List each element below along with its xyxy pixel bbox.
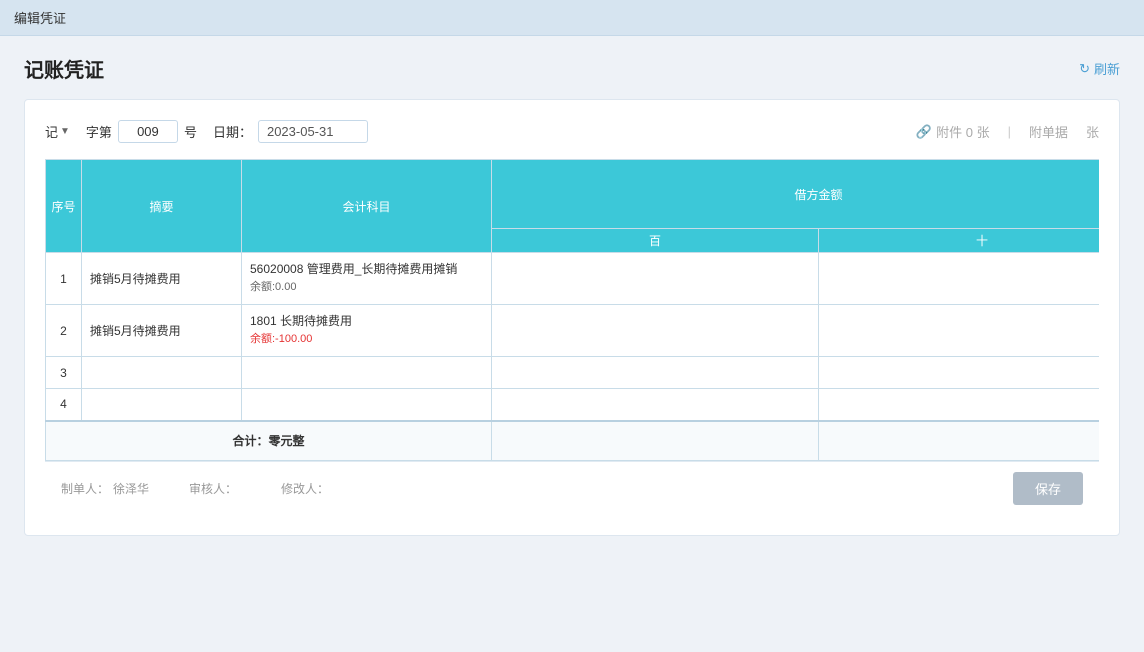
refresh-icon: ↻ (1079, 61, 1090, 77)
total-debit-1 (819, 421, 1100, 461)
prefix-dropdown[interactable]: 记 ▼ (45, 122, 70, 141)
refresh-button[interactable]: ↻ 刷新 (1079, 59, 1120, 78)
summary-1[interactable]: 摊销5月待摊费用 (82, 253, 242, 305)
attachment-icon: 🔗 (916, 124, 932, 140)
th-summary: 摘要 (82, 160, 242, 253)
date-input[interactable] (258, 120, 368, 143)
table-row: 4 (46, 389, 1100, 421)
table-wrapper: 序号 摘要 会计科目 借方金额 贷方金额 百 十 亿 千 百 (45, 159, 1099, 461)
number-group: 字第 号 (86, 120, 197, 143)
main-content: 记账凭证 ↻ 刷新 记 ▼ 字第 号 (0, 36, 1144, 652)
table-row: 2 摊销5月待摊费用 1801 长期待摊费用 余额:-100.00 (46, 305, 1100, 357)
account-1[interactable]: 56020008 管理费用_长期待摊费用摊销 余额:0.00 (242, 253, 492, 305)
account-3[interactable] (242, 357, 492, 389)
debit-1-0[interactable] (492, 253, 819, 305)
summary-3[interactable] (82, 357, 242, 389)
debit-1-1[interactable] (819, 253, 1100, 305)
debit-4-1[interactable] (819, 389, 1100, 421)
balance-2: 余额:-100.00 (250, 331, 491, 349)
date-label: 日期： (213, 122, 252, 141)
modifier-field: 修改人： (281, 480, 333, 497)
seq-1: 1 (46, 253, 82, 305)
account-code-2: 1801 长期待摊费用 (250, 312, 491, 331)
debit-3-0[interactable] (492, 357, 819, 389)
single-label: 附单据 (1029, 122, 1068, 141)
chevron-down-icon: ▼ (60, 126, 70, 137)
seq-2: 2 (46, 305, 82, 357)
attachment-label: 附件 0 张 (936, 122, 989, 141)
debit-2-0[interactable] (492, 305, 819, 357)
total-debit-0 (492, 421, 819, 461)
footer-row: 合计：零元整 (46, 421, 1100, 461)
balance-1: 余额:0.00 (250, 279, 491, 297)
th-account: 会计科目 (242, 160, 492, 253)
debit-3-1[interactable] (819, 357, 1100, 389)
creator-value: 徐泽华 (113, 480, 149, 497)
window-title: 编辑凭证 (14, 8, 66, 27)
page-title: 记账凭证 (24, 54, 104, 83)
summary-2[interactable]: 摊销5月待摊费用 (82, 305, 242, 357)
table-row: 1 摊销5月待摊费用 56020008 管理费用_长期待摊费用摊销 余额:0.0… (46, 253, 1100, 305)
total-label: 合计：零元整 (46, 421, 492, 461)
form-row: 记 ▼ 字第 号 日期： 🔗 附件 0 张 (45, 120, 1099, 143)
debit-char-1: 十 (819, 229, 1100, 253)
account-code-1: 56020008 管理费用_长期待摊费用摊销 (250, 260, 491, 279)
attachment-action[interactable]: 🔗 附件 0 张 (916, 122, 990, 141)
voucher-table: 序号 摘要 会计科目 借方金额 贷方金额 百 十 亿 千 百 (45, 159, 1099, 461)
summary-4[interactable] (82, 389, 242, 421)
reviewer-field: 审核人： (189, 480, 241, 497)
modifier-label: 修改人： (281, 480, 329, 497)
th-debit: 借方金额 (492, 160, 1100, 229)
refresh-label: 刷新 (1094, 59, 1120, 78)
separator: | (1008, 124, 1011, 139)
debit-4-0[interactable] (492, 389, 819, 421)
seq-4: 4 (46, 389, 82, 421)
save-button[interactable]: 保存 (1013, 472, 1083, 505)
bottom-bar: 制单人： 徐泽华 审核人： 修改人： 保存 (45, 461, 1099, 515)
reviewer-label: 审核人： (189, 480, 237, 497)
main-window: 编辑凭证 记账凭证 ↻ 刷新 记 ▼ 字第 (0, 0, 1144, 652)
account-4[interactable] (242, 389, 492, 421)
header-row-main: 序号 摘要 会计科目 借方金额 贷方金额 (46, 160, 1100, 229)
zi-label: 字第 (86, 122, 112, 141)
account-2[interactable]: 1801 长期待摊费用 余额:-100.00 (242, 305, 492, 357)
prefix-group: 记 ▼ (45, 122, 70, 141)
seq-3: 3 (46, 357, 82, 389)
table-row: 3 (46, 357, 1100, 389)
debit-2-1[interactable] (819, 305, 1100, 357)
right-actions: 🔗 附件 0 张 | 附单据 张 (916, 122, 1099, 141)
creator-field: 制单人： 徐泽华 (61, 480, 149, 497)
prefix-text: 记 (45, 122, 58, 141)
title-bar: 编辑凭证 (0, 0, 1144, 36)
voucher-number-input[interactable] (118, 120, 178, 143)
voucher-card: 记 ▼ 字第 号 日期： 🔗 附件 0 张 (24, 99, 1120, 536)
sheets-label: 张 (1086, 122, 1099, 141)
date-group: 日期： (213, 120, 368, 143)
creator-label: 制单人： (61, 480, 109, 497)
th-seq: 序号 (46, 160, 82, 253)
debit-char-0: 百 (492, 229, 819, 253)
hao-label: 号 (184, 122, 197, 141)
page-header: 记账凭证 ↻ 刷新 (24, 54, 1120, 83)
